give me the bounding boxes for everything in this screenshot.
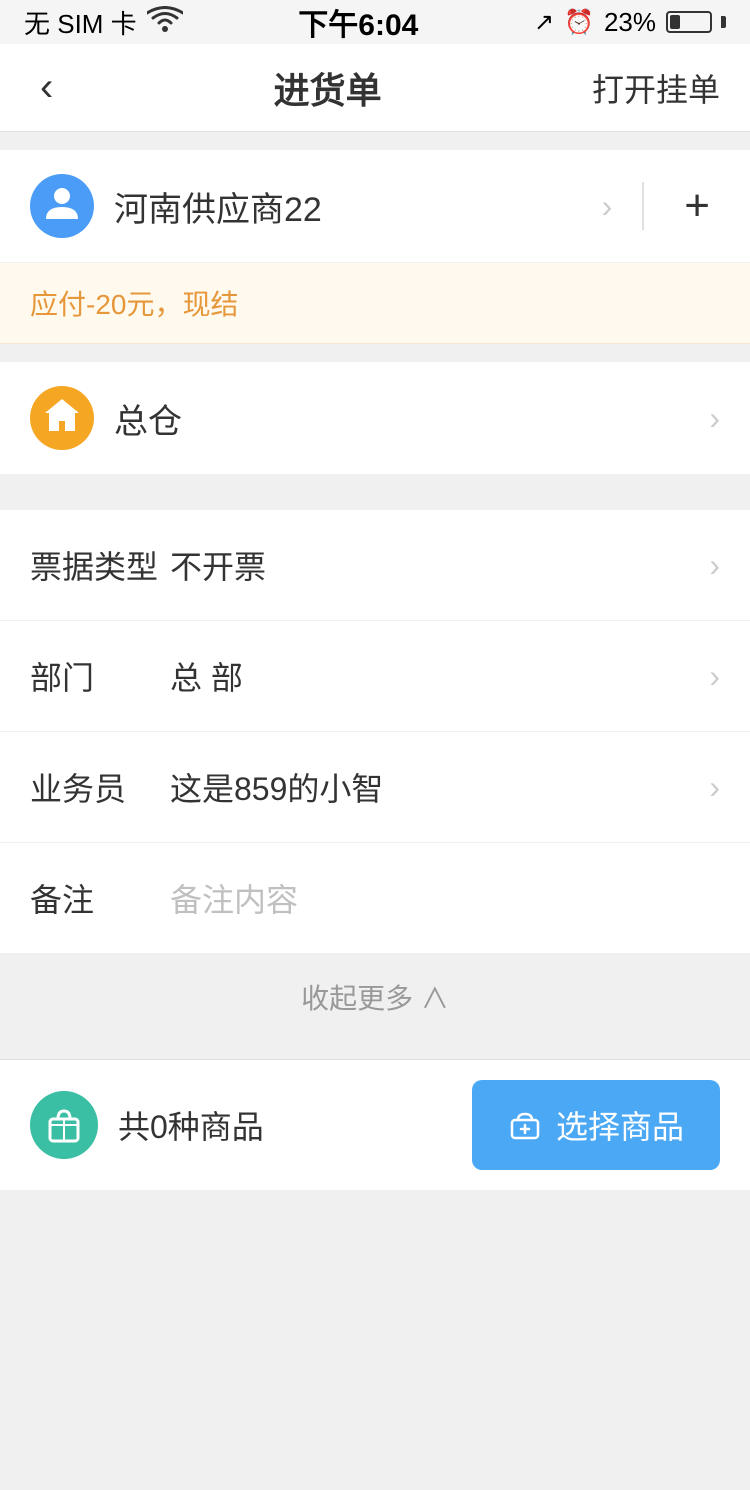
product-count-text: 共0种商品: [118, 1102, 472, 1148]
select-product-icon: [508, 1106, 544, 1145]
page-title: 进货单: [274, 62, 382, 114]
avatar-icon: [43, 183, 81, 230]
warning-text: 应付-20元，现结: [30, 289, 238, 320]
remark-label: 备注: [30, 875, 170, 921]
location-icon: ↗: [534, 8, 554, 37]
battery-icon: [666, 11, 712, 33]
collapse-toggle[interactable]: 收起更多 ∧: [0, 953, 750, 1041]
salesman-chevron-icon: ›: [709, 769, 720, 806]
battery-tip: [721, 16, 726, 28]
form-section: 票据类型 不开票 › 部门 总 部 › 业务员 这是859的小智 › 备注 备注…: [0, 510, 750, 953]
invoice-type-value: 不开票: [170, 542, 709, 588]
select-product-label: 选择商品: [556, 1102, 684, 1148]
salesman-label: 业务员: [30, 764, 170, 810]
back-button[interactable]: ‹: [30, 55, 63, 120]
battery-percentage: 23%: [604, 7, 656, 38]
open-pending-button[interactable]: 打开挂单: [592, 65, 720, 111]
department-label: 部门: [30, 653, 170, 699]
salesman-row[interactable]: 业务员 这是859的小智 ›: [0, 732, 750, 843]
remark-input[interactable]: 备注内容: [170, 875, 720, 921]
invoice-type-label: 票据类型: [30, 542, 170, 588]
wifi-icon: [147, 6, 183, 39]
page-background: [0, 1190, 750, 1490]
warehouse-chevron-icon: ›: [709, 400, 720, 437]
section-divider-2: [0, 344, 750, 362]
warehouse-section: 总仓 ›: [0, 362, 750, 474]
supplier-divider: [642, 182, 644, 230]
warehouse-row[interactable]: 总仓 ›: [0, 362, 750, 474]
supplier-avatar: [30, 174, 94, 238]
salesman-value: 这是859的小智: [170, 764, 709, 810]
select-product-button[interactable]: 选择商品: [472, 1080, 720, 1170]
cart-icon: [44, 1105, 84, 1145]
warehouse-name: 总仓: [114, 394, 709, 443]
supplier-section: 河南供应商22 › + 应付-20元，现结: [0, 150, 750, 344]
status-time: 下午6:04: [298, 0, 418, 44]
add-supplier-button[interactable]: +: [674, 181, 720, 231]
section-divider-3: [0, 474, 750, 492]
remark-row[interactable]: 备注 备注内容: [0, 843, 750, 953]
bottom-bar: 共0种商品 选择商品: [0, 1059, 750, 1190]
section-divider-1: [0, 132, 750, 150]
supplier-chevron-icon: ›: [602, 188, 613, 225]
warehouse-icon-circle: [30, 386, 94, 450]
warning-banner: 应付-20元，现结: [0, 263, 750, 344]
collapse-label: 收起更多 ∧: [301, 983, 449, 1014]
invoice-type-row[interactable]: 票据类型 不开票 ›: [0, 510, 750, 621]
nav-bar: ‹ 进货单 打开挂单: [0, 44, 750, 132]
status-left: 无 SIM 卡: [24, 4, 183, 41]
product-count-icon-circle: [30, 1091, 98, 1159]
department-row[interactable]: 部门 总 部 ›: [0, 621, 750, 732]
supplier-name: 河南供应商22: [114, 182, 602, 231]
carrier-text: 无 SIM 卡: [24, 4, 137, 41]
status-right: ↗ ⏰ 23%: [534, 7, 726, 38]
department-chevron-icon: ›: [709, 658, 720, 695]
invoice-chevron-icon: ›: [709, 547, 720, 584]
house-icon: [43, 395, 81, 442]
alarm-icon: ⏰: [564, 8, 594, 37]
supplier-row[interactable]: 河南供应商22 › +: [0, 150, 750, 263]
department-value: 总 部: [170, 653, 709, 699]
status-bar: 无 SIM 卡 下午6:04 ↗ ⏰ 23%: [0, 0, 750, 44]
